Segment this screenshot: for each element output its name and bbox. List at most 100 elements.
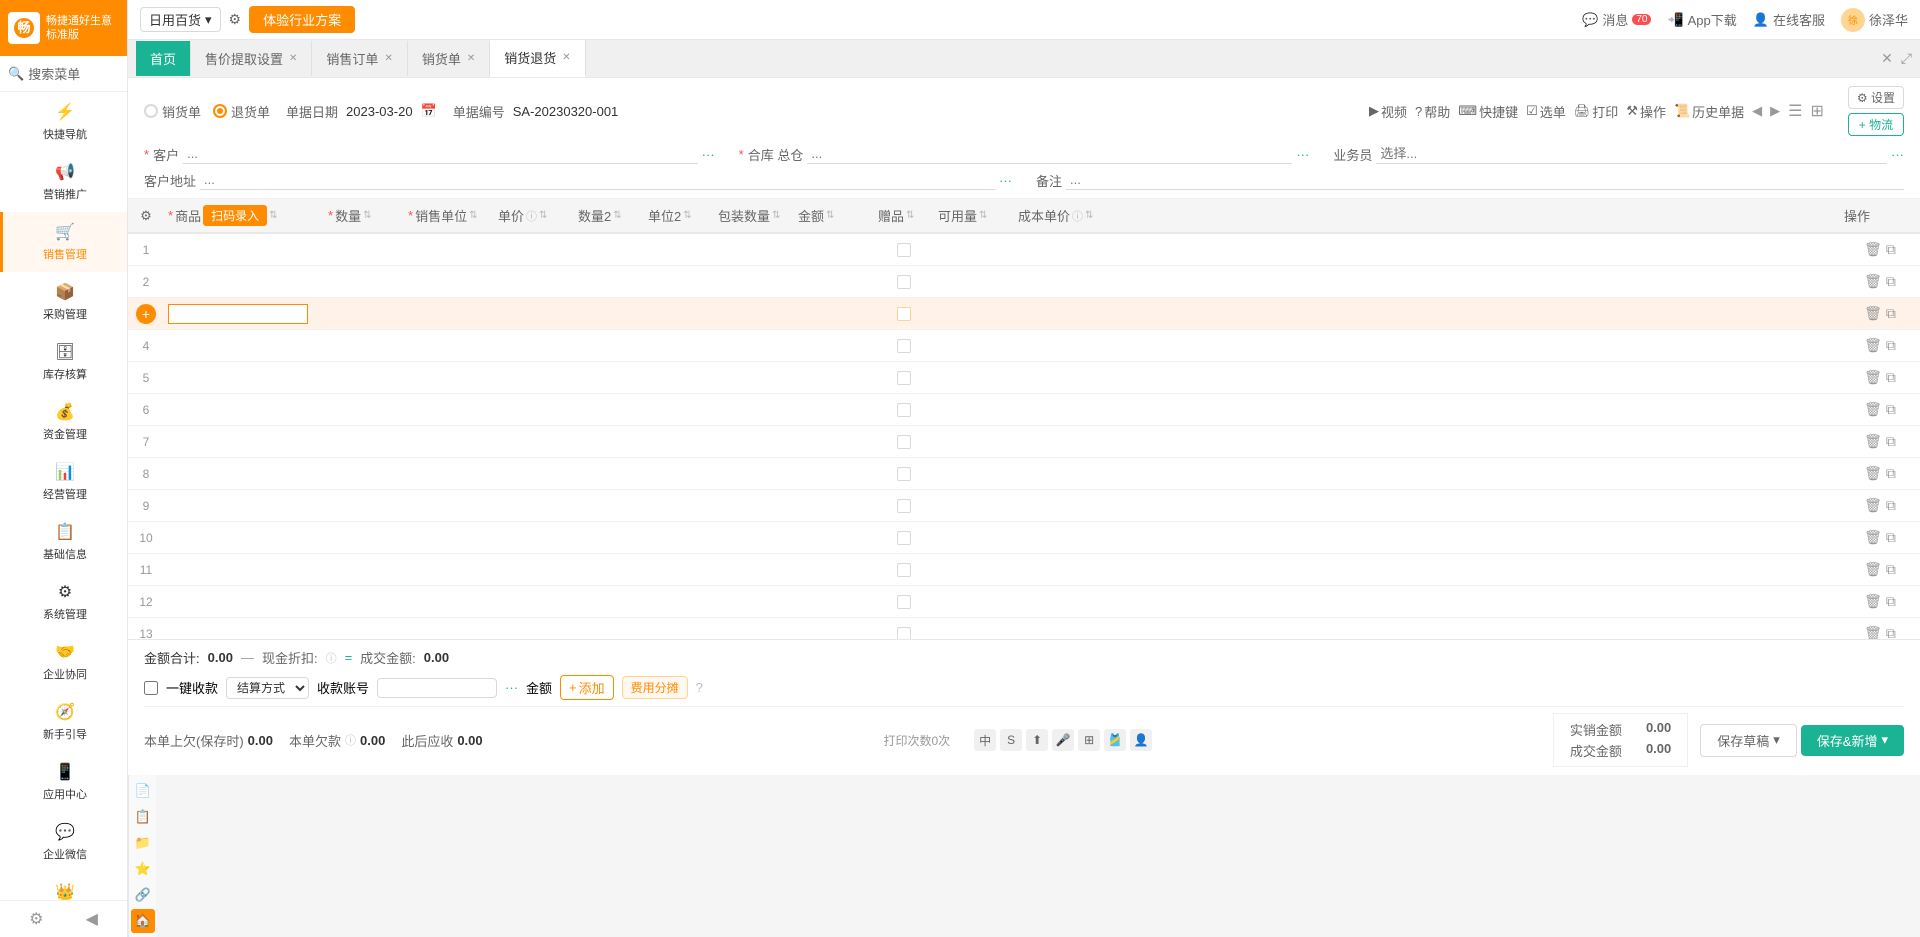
row3-product[interactable] xyxy=(164,302,324,326)
select-doc-btn[interactable]: ☑ 选单 xyxy=(1526,102,1566,121)
sidebar-item-sales[interactable]: 🛒 销售管理 xyxy=(0,212,127,272)
delete-icon[interactable]: 🗑 xyxy=(1864,433,1882,450)
row1-cost[interactable] xyxy=(1014,248,1840,252)
delete-icon[interactable]: 🗑 xyxy=(1864,273,1882,290)
delete-icon[interactable]: 🗑 xyxy=(1864,625,1882,639)
nav-prev[interactable]: ◀ xyxy=(1752,103,1762,119)
copy-icon[interactable]: ⧉ xyxy=(1886,241,1896,258)
note-input[interactable] xyxy=(1066,170,1904,190)
copy-icon[interactable]: ⧉ xyxy=(1886,305,1896,322)
view-list[interactable]: ☰ xyxy=(1788,101,1802,121)
sort-qty2-icon[interactable]: ⇅ xyxy=(613,210,621,221)
customer-input[interactable] xyxy=(183,144,698,164)
row2-cost[interactable] xyxy=(1014,280,1840,284)
right-panel-item-1[interactable]: 📄 xyxy=(131,779,155,803)
collapse-btn[interactable]: ◀ xyxy=(86,909,98,929)
search-menu[interactable]: 🔍 搜索菜单 xyxy=(0,56,127,92)
row2-amount[interactable] xyxy=(794,280,874,284)
row3-gift[interactable] xyxy=(874,305,934,323)
row2-gift[interactable] xyxy=(874,273,934,291)
online-service-btn[interactable]: 👤 在线客服 xyxy=(1753,10,1825,29)
sidebar-item-quicknav[interactable]: ⚡ 快捷导航 xyxy=(0,92,127,152)
sort-unit-icon[interactable]: ⇅ xyxy=(469,210,477,221)
copy-icon[interactable]: ⧉ xyxy=(1886,625,1896,639)
row2-qty2[interactable] xyxy=(574,280,644,284)
row1-amount[interactable] xyxy=(794,248,874,252)
row3-available[interactable] xyxy=(934,312,1014,316)
close-tab-btn[interactable]: ✕ xyxy=(1881,50,1893,67)
sort-avail-icon[interactable]: ⇅ xyxy=(979,210,987,221)
row1-pkg[interactable] xyxy=(714,248,794,252)
account-more-btn[interactable]: ··· xyxy=(505,680,518,695)
icon6[interactable]: 🎽 xyxy=(1104,729,1126,751)
customer-more-btn[interactable]: ··· xyxy=(702,147,715,162)
sort-qty-icon[interactable]: ⇅ xyxy=(363,210,371,221)
icon3[interactable]: ⬆ xyxy=(1026,729,1048,751)
add-payment-btn[interactable]: + 添加 xyxy=(560,675,614,700)
close-price-settings[interactable]: ✕ xyxy=(289,53,297,64)
expense-split-btn[interactable]: 费用分摊 xyxy=(622,676,688,699)
radio-return[interactable]: 退货单 xyxy=(213,102,270,121)
copy-icon[interactable]: ⧉ xyxy=(1886,465,1896,482)
sidebar-item-appstore[interactable]: 📱 应用中心 xyxy=(0,752,127,812)
shortcut-btn[interactable]: ⌨ 快捷键 xyxy=(1458,102,1518,121)
copy-icon[interactable]: ⧉ xyxy=(1886,401,1896,418)
industry-select[interactable]: 日用百货 ▾ xyxy=(140,7,221,32)
try-plan-btn[interactable]: 体验行业方案 xyxy=(249,6,355,33)
scan-input-btn[interactable]: 扫码录入 xyxy=(203,205,267,226)
right-panel-item-orange[interactable]: 🏠 xyxy=(131,909,155,933)
sort-unit2-icon[interactable]: ⇅ xyxy=(683,210,691,221)
icon1[interactable]: 中 xyxy=(974,729,996,751)
address-more-btn[interactable]: ··· xyxy=(999,173,1012,188)
right-panel-item-3[interactable]: 📁 xyxy=(131,831,155,855)
delete-icon[interactable]: 🗑 xyxy=(1864,497,1882,514)
staff-input[interactable] xyxy=(1376,144,1887,164)
row1-unit2[interactable] xyxy=(644,248,714,252)
tab-sales[interactable]: 销货单 ✕ xyxy=(408,41,490,76)
row2-available[interactable] xyxy=(934,280,1014,284)
expand-tab-btn[interactable]: ⤢ xyxy=(1901,50,1912,67)
right-panel-item-2[interactable]: 📋 xyxy=(131,805,155,829)
icon5[interactable]: ⊞ xyxy=(1078,729,1100,751)
tab-sales-return[interactable]: 销货退货 ✕ xyxy=(490,40,585,77)
copy-icon[interactable]: ⧉ xyxy=(1886,273,1896,290)
tab-sales-order[interactable]: 销售订单 ✕ xyxy=(312,41,407,76)
row1-qty[interactable] xyxy=(324,248,404,252)
tab-price-settings[interactable]: 售价提取设置 ✕ xyxy=(191,41,312,76)
delete-icon[interactable]: 🗑 xyxy=(1864,529,1882,546)
copy-icon[interactable]: ⧉ xyxy=(1886,433,1896,450)
delete-icon[interactable]: 🗑 xyxy=(1864,241,1882,258)
logistics-btn[interactable]: + 物流 xyxy=(1848,113,1904,136)
sort-cost-icon[interactable]: ⇅ xyxy=(1085,210,1093,221)
add-row-btn[interactable]: + xyxy=(136,304,156,324)
delete-icon[interactable]: 🗑 xyxy=(1864,561,1882,578)
sort-gift-icon[interactable]: ⇅ xyxy=(906,210,914,221)
sidebar-item-guide[interactable]: 🧭 新手引导 xyxy=(0,692,127,752)
row1-price[interactable] xyxy=(494,248,574,252)
operate-btn[interactable]: ⚒ 操作 xyxy=(1626,102,1666,121)
settings-btn[interactable]: ⚙ xyxy=(29,909,43,929)
help-btn[interactable]: ? 帮助 xyxy=(1415,102,1450,121)
sort-price-icon[interactable]: ⇅ xyxy=(539,210,547,221)
row1-available[interactable] xyxy=(934,248,1014,252)
close-sales[interactable]: ✕ xyxy=(467,53,475,64)
view-grid[interactable]: ⊞ xyxy=(1811,101,1824,121)
calendar-icon[interactable]: 📅 xyxy=(421,103,437,119)
row3-unit[interactable] xyxy=(404,312,494,316)
topbar-gear-icon[interactable]: ⚙ xyxy=(229,11,242,28)
save-draft-btn[interactable]: 保存草稿 ▾ xyxy=(1700,724,1797,757)
row2-unit2[interactable] xyxy=(644,280,714,284)
close-sales-order[interactable]: ✕ xyxy=(384,53,392,64)
warehouse-more-btn[interactable]: ··· xyxy=(1296,147,1309,162)
sidebar-item-member[interactable]: 👑 畅会员 xyxy=(0,872,127,900)
sort-product-icon[interactable]: ⇅ xyxy=(269,210,277,221)
video-help-btn[interactable]: ▶ 视频 xyxy=(1369,102,1407,121)
app-download-btn[interactable]: 📲 App下载 xyxy=(1667,10,1736,29)
copy-icon[interactable]: ⧉ xyxy=(1886,529,1896,546)
delete-icon[interactable]: 🗑 xyxy=(1864,593,1882,610)
row3-pkg[interactable] xyxy=(714,312,794,316)
delete-icon[interactable]: 🗑 xyxy=(1864,465,1882,482)
staff-more-btn[interactable]: ··· xyxy=(1891,147,1904,162)
right-panel-item-5[interactable]: 🔗 xyxy=(131,883,155,907)
settings-btn[interactable]: ⚙ 设置 xyxy=(1848,86,1904,109)
